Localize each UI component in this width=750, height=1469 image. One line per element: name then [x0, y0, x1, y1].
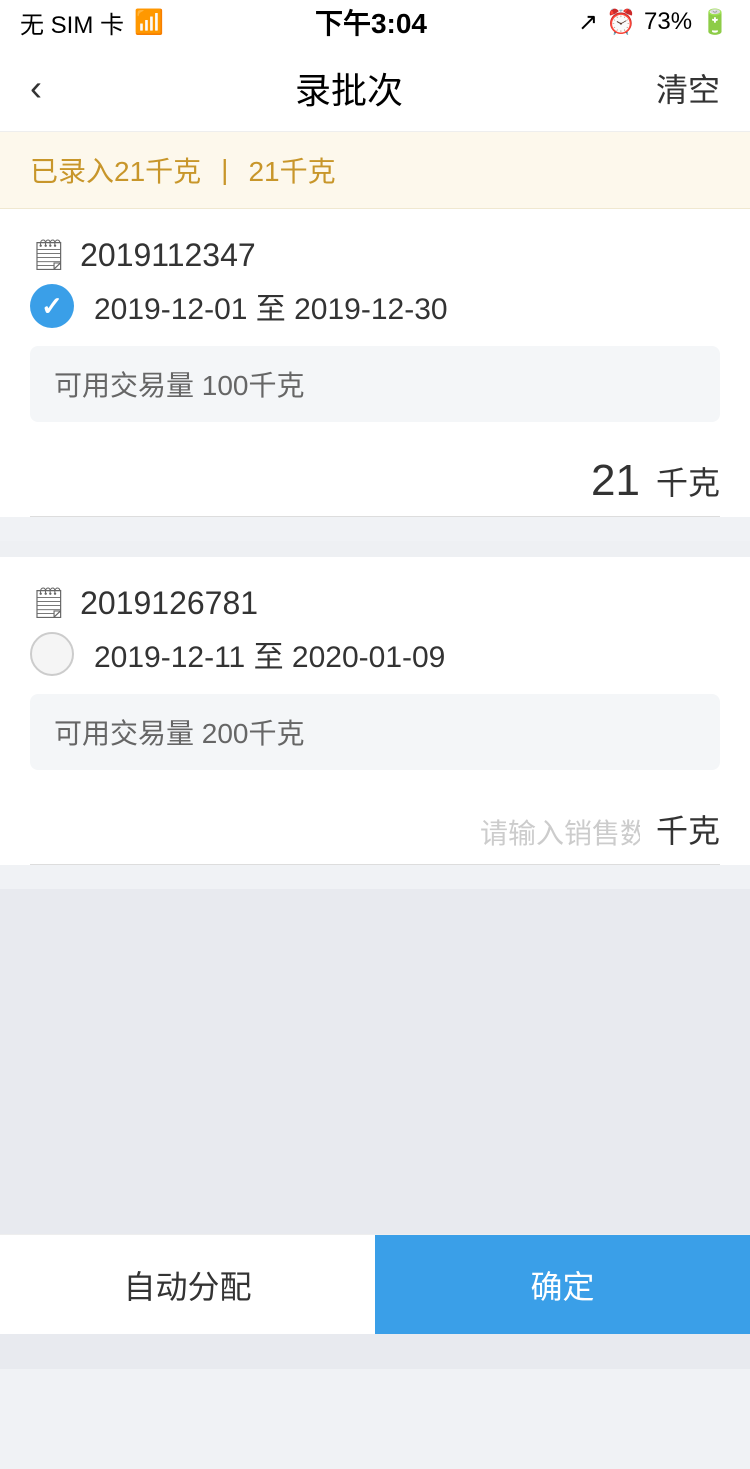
alarm-icon: ⏰ [606, 8, 636, 37]
batch-card-1: 🗒 2019112347 2019-12-01 至 2019-12-30 可用交… [0, 209, 750, 517]
quantity-divider-1 [30, 516, 720, 517]
status-time: 下午3:04 [315, 2, 427, 42]
quantity-row-2: 千克 [0, 788, 750, 854]
back-button[interactable]: ‹ [30, 67, 42, 109]
wifi-icon: 📶 [134, 8, 164, 37]
batch-icon-1: 🗒 [30, 238, 68, 273]
availability-text-2: 可用交易量 200千克 [54, 718, 305, 749]
quantity-input-2[interactable] [480, 804, 640, 854]
location-icon: ↗ [578, 8, 598, 37]
status-bar: 无 SIM 卡 📶 下午3:04 ↗ ⏰ 73% 🔋 [0, 0, 750, 44]
batch-date-row-2: 2019-12-11 至 2020-01-09 [0, 632, 750, 694]
status-right: ↗ ⏰ 73% 🔋 [578, 8, 730, 37]
bottom-bar: 自动分配 确定 [0, 1234, 750, 1334]
status-left: 无 SIM 卡 📶 [20, 5, 164, 40]
section-divider [0, 541, 750, 557]
info-bar: 已录入21千克 | 21千克 [0, 132, 750, 209]
availability-box-1: 可用交易量 100千克 [30, 346, 720, 422]
batch-card-2: 🗒 2019126781 2019-12-11 至 2020-01-09 可用交… [0, 557, 750, 865]
batch-date-2: 2019-12-11 至 2020-01-09 [94, 632, 445, 676]
availability-text-1: 可用交易量 100千克 [54, 370, 305, 401]
quantity-unit-2: 千克 [656, 806, 720, 852]
quantity-unit-1: 千克 [656, 458, 720, 504]
quantity-row-1: 千克 [0, 440, 750, 506]
batch-date-row-1: 2019-12-01 至 2019-12-30 [0, 284, 750, 346]
quantity-input-1[interactable] [480, 456, 640, 506]
auto-distribute-button[interactable]: 自动分配 [0, 1235, 375, 1334]
radio-button-1[interactable] [30, 284, 74, 328]
batch-id-1: 2019112347 [80, 237, 256, 274]
batch-icon-2: 🗒 [30, 586, 68, 621]
battery-icon: 🔋 [700, 8, 730, 37]
confirm-button[interactable]: 确定 [375, 1235, 750, 1334]
info-value: 21千克 [248, 150, 335, 190]
availability-box-2: 可用交易量 200千克 [30, 694, 720, 770]
recorded-label: 已录入21千克 [30, 150, 201, 190]
info-divider: | [221, 154, 228, 186]
no-sim-text: 无 SIM 卡 [20, 5, 124, 40]
nav-bar: ‹ 录批次 清空 [0, 44, 750, 132]
batch-header-2: 🗒 2019126781 [0, 557, 750, 632]
batch-header-1: 🗒 2019112347 [0, 209, 750, 284]
radio-button-2[interactable] [30, 632, 74, 676]
battery-text: 73% [644, 8, 692, 36]
batch-id-2: 2019126781 [80, 585, 258, 622]
clear-button[interactable]: 清空 [656, 65, 720, 111]
batch-date-1: 2019-12-01 至 2019-12-30 [94, 284, 448, 328]
quantity-divider-2 [30, 864, 720, 865]
page-title: 录批次 [295, 62, 403, 114]
